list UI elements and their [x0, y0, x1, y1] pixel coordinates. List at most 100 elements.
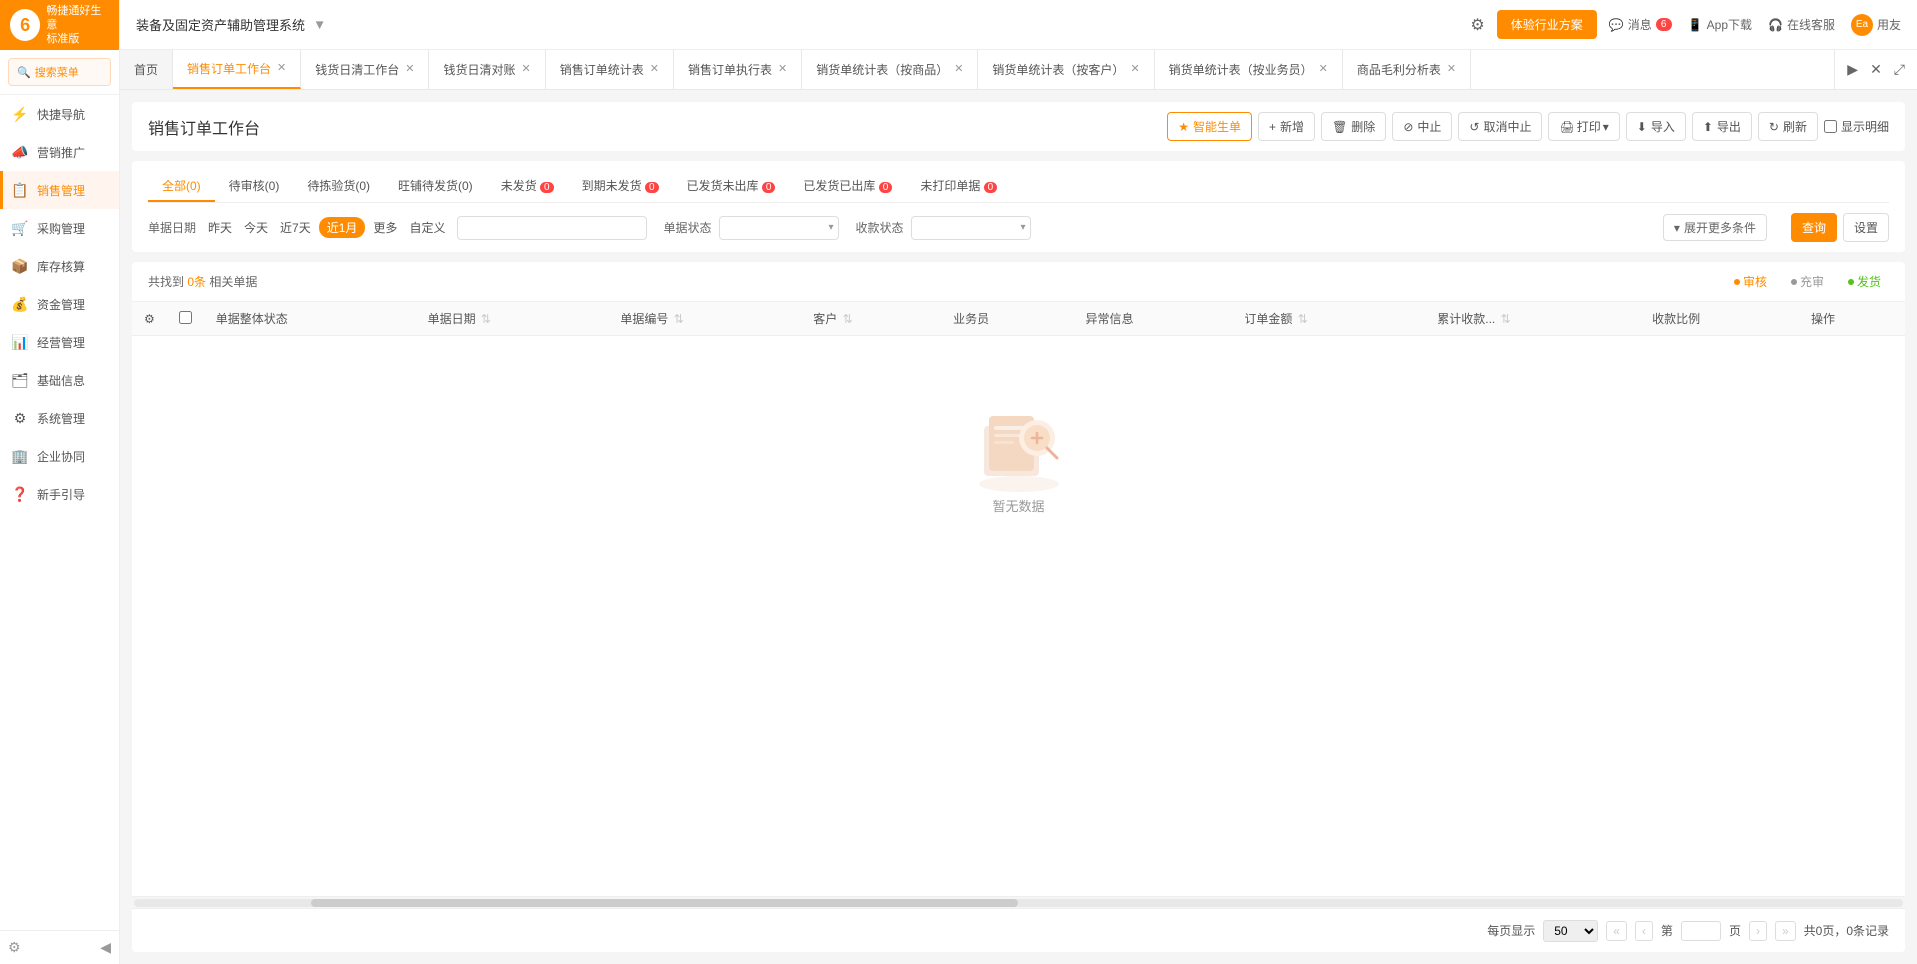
tab-home[interactable]: 首页	[120, 50, 173, 89]
number-sort-icon[interactable]: ⇅	[674, 312, 684, 326]
date-sort-icon[interactable]: ⇅	[481, 312, 491, 326]
filter-tab-not-shipped[interactable]: 未发货 0	[487, 171, 568, 202]
filter-tab-pending-review[interactable]: 待审核(0)	[215, 171, 294, 202]
customer-sort-icon[interactable]: ⇅	[843, 312, 853, 326]
payment-select[interactable]	[911, 216, 1031, 240]
select-all-checkbox[interactable]	[179, 311, 192, 324]
tab-close-all-button[interactable]: ✕	[1866, 59, 1886, 80]
print-dropdown[interactable]: 🖨 打印 ▾	[1548, 112, 1619, 141]
tab-sales-stats-customer[interactable]: 销货单统计表（按客户） ✕	[978, 50, 1154, 89]
status-select[interactable]	[719, 216, 839, 240]
filter-tab-shipped-not-out[interactable]: 已发货未出库 0	[673, 171, 790, 202]
tab-close-sales-order-workspace[interactable]: ✕	[277, 63, 286, 74]
sidebar-item-guide[interactable]: ❓ 新手引导	[0, 475, 119, 513]
tab-close-sales-stats-staff[interactable]: ✕	[1319, 64, 1328, 75]
date-7days-button[interactable]: 近7天	[276, 217, 315, 238]
prev-page-button[interactable]: ‹	[1635, 921, 1653, 941]
tab-cash-daily[interactable]: 钱货日清工作台 ✕	[301, 50, 429, 89]
filter-tab-wangpu[interactable]: 旺铺待发货(0)	[384, 171, 487, 202]
tab-sales-order-exec[interactable]: 销售订单执行表 ✕	[674, 50, 802, 89]
tab-close-cash-reconcile[interactable]: ✕	[522, 64, 531, 75]
first-page-button[interactable]: «	[1606, 921, 1627, 941]
import-button[interactable]: ⬇ 导入	[1626, 112, 1686, 141]
sidebar-item-enterprise[interactable]: 🏢 企业协同	[0, 437, 119, 475]
tab-sales-stats-product[interactable]: 销货单统计表（按商品） ✕	[802, 50, 978, 89]
search-button[interactable]: 查询	[1791, 213, 1837, 242]
tab-sales-order-stats[interactable]: 销售订单统计表 ✕	[546, 50, 674, 89]
industry-solution-button[interactable]: 体验行业方案	[1497, 10, 1597, 39]
app-title-dropdown-button[interactable]: ▼	[313, 17, 326, 32]
date-more-button[interactable]: 更多	[369, 217, 401, 238]
last-page-button[interactable]: »	[1775, 921, 1796, 941]
date-custom-button[interactable]: 自定义	[405, 217, 449, 238]
sidebar-item-operation[interactable]: 📊 经营管理	[0, 323, 119, 361]
filter-tab-all[interactable]: 全部(0)	[148, 171, 215, 202]
cancel-pause-button[interactable]: ↺ 取消中止	[1458, 112, 1542, 141]
header-settings-button[interactable]: ⚙	[1470, 15, 1484, 35]
footer-settings-button[interactable]: ⚙	[8, 939, 21, 956]
sidebar-item-basic-info[interactable]: 🗂 基础信息	[0, 361, 119, 399]
search-icon: 🔍	[17, 66, 31, 79]
refresh-button[interactable]: ↻ 刷新	[1758, 112, 1818, 141]
filter-settings-button[interactable]: 设置	[1843, 213, 1889, 242]
user-button[interactable]: Ea 用友	[1851, 14, 1901, 36]
tab-close-cash-daily[interactable]: ✕	[405, 64, 414, 75]
date-yesterday-button[interactable]: 昨天	[204, 217, 236, 238]
date-1month-button[interactable]: 近1月	[319, 217, 366, 238]
sidebar-item-quick-nav[interactable]: ⚡ 快捷导航	[0, 95, 119, 133]
collected-sort-icon[interactable]: ⇅	[1501, 312, 1511, 326]
search-menu-button[interactable]: 🔍 搜索菜单	[8, 58, 111, 86]
filter-tab-not-printed[interactable]: 未打印单据 0	[906, 171, 1011, 202]
tab-close-sales-stats-product[interactable]: ✕	[954, 64, 963, 75]
pause-button[interactable]: ⊘ 中止	[1392, 112, 1452, 141]
bulk-cancel-review-button[interactable]: 充审	[1783, 270, 1832, 293]
bulk-review-button[interactable]: 审核	[1726, 270, 1775, 293]
tab-cash-reconcile[interactable]: 钱货日清对账 ✕	[429, 50, 545, 89]
sidebar-item-system[interactable]: ⚙ 系统管理	[0, 399, 119, 437]
page-titlebar: 销售订单工作台 ★ 智能生单 + 新增 🗑 删除 ⊘ 中止	[132, 102, 1905, 151]
tab-product-margin[interactable]: 商品毛利分析表 ✕	[1343, 50, 1471, 89]
table-horizontal-scrollbar[interactable]	[132, 896, 1905, 908]
app-download-button[interactable]: 📱 App下载	[1688, 16, 1752, 33]
next-page-button[interactable]: ›	[1749, 921, 1767, 941]
sidebar-item-capital[interactable]: 💰 资金管理	[0, 285, 119, 323]
footer-collapse-button[interactable]: ◀	[100, 939, 111, 956]
tab-sales-order-workspace[interactable]: 销售订单工作台 ✕	[173, 50, 301, 89]
sidebar-item-sales[interactable]: 📋 销售管理	[0, 171, 119, 209]
date-range-input[interactable]: 2023-02-24 至 2023-03-24	[457, 216, 647, 240]
export-button[interactable]: ⬆ 导出	[1692, 112, 1752, 141]
sidebar-search-area: 🔍 搜索菜单	[0, 50, 119, 95]
sidebar-item-inventory[interactable]: 📦 库存核算	[0, 247, 119, 285]
tab-close-sales-order-stats[interactable]: ✕	[650, 64, 659, 75]
table-settings-icon[interactable]: ⚙	[144, 312, 155, 326]
tab-maximize-button[interactable]: ⤢	[1890, 59, 1909, 80]
tab-close-product-margin[interactable]: ✕	[1447, 64, 1456, 75]
message-button[interactable]: 💬 消息 6	[1609, 16, 1672, 33]
th-checkbox	[167, 302, 204, 336]
tab-close-sales-stats-customer[interactable]: ✕	[1130, 64, 1139, 75]
page-size-select[interactable]: 50 10 20 100	[1543, 920, 1598, 942]
ship-dot-icon	[1848, 279, 1854, 285]
payment-filter-label: 收款状态	[855, 219, 903, 236]
filter-tab-shipped-out[interactable]: 已发货已出库 0	[789, 171, 906, 202]
tab-close-sales-order-exec[interactable]: ✕	[778, 64, 787, 75]
date-today-button[interactable]: 今天	[240, 217, 272, 238]
sidebar-item-purchase[interactable]: 🛒 采购管理	[0, 209, 119, 247]
th-settings: ⚙	[132, 302, 167, 336]
tab-sales-stats-staff[interactable]: 销货单统计表（按业务员） ✕	[1155, 50, 1343, 89]
tab-scroll-right-button[interactable]: ▶	[1843, 59, 1862, 80]
sidebar-item-marketing[interactable]: 📣 营销推广	[0, 133, 119, 171]
expand-icon: ▾	[1674, 221, 1680, 235]
expand-filter-button[interactable]: ▾ 展开更多条件	[1663, 214, 1767, 241]
delete-button[interactable]: 🗑 删除	[1321, 112, 1386, 141]
scrollbar-thumb[interactable]	[311, 899, 1019, 907]
filter-tab-overdue[interactable]: 到期未发货 0	[568, 171, 673, 202]
smart-generate-button[interactable]: ★ 智能生单	[1167, 112, 1252, 141]
bulk-ship-button[interactable]: 发货	[1840, 270, 1889, 293]
add-button[interactable]: + 新增	[1258, 112, 1315, 141]
online-service-button[interactable]: 🎧 在线客服	[1768, 16, 1835, 33]
amount-sort-icon[interactable]: ⇅	[1298, 312, 1308, 326]
filter-tab-pending-check[interactable]: 待拣验货(0)	[293, 171, 384, 202]
show-detail-checkbox[interactable]	[1824, 120, 1837, 133]
page-number-input[interactable]: 1	[1681, 921, 1721, 941]
